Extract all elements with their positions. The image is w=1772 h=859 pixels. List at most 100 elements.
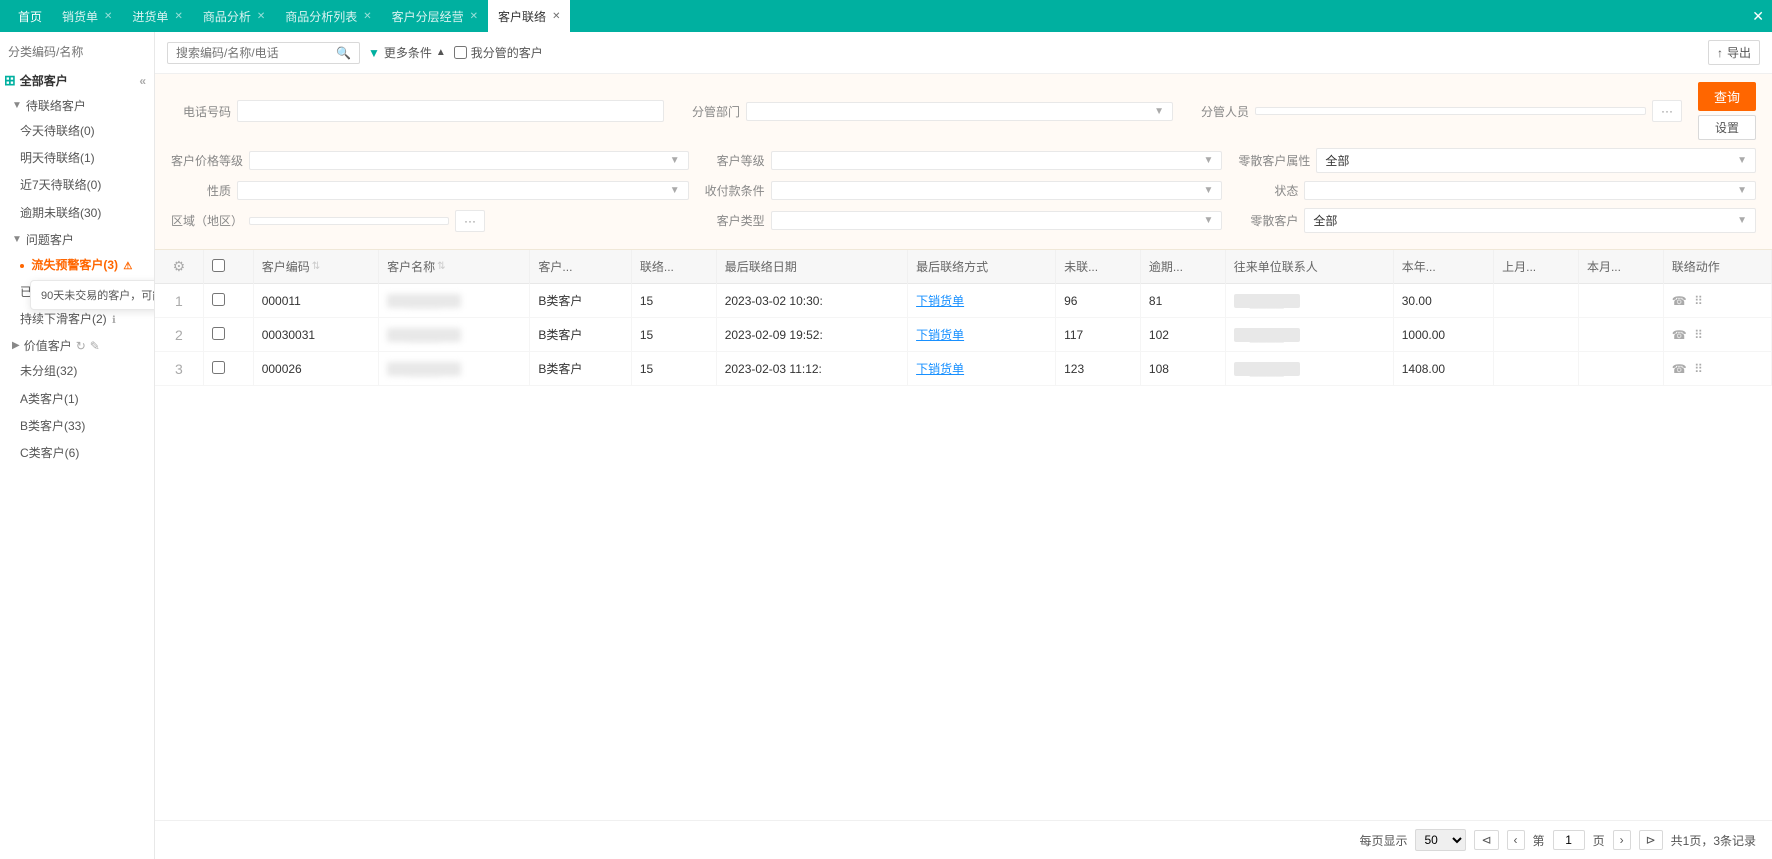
first-page-btn[interactable]: ⊲ — [1474, 830, 1498, 850]
department-select[interactable]: ▼ — [746, 102, 1173, 121]
settings-button[interactable]: 设置 — [1698, 115, 1756, 140]
sidebar-item-today[interactable]: 今天待联络(0) — [0, 118, 154, 145]
window-close-button[interactable]: ✕ — [1752, 8, 1764, 25]
row-contact-person: ████ — [1225, 318, 1393, 352]
sidebar-item-class-c[interactable]: C类客户(6) — [0, 440, 154, 467]
last-page-btn[interactable]: ⊳ — [1639, 830, 1663, 850]
col-name[interactable]: 客户名称 ⇅ — [379, 250, 530, 284]
payment-select[interactable]: ▼ — [771, 181, 1223, 200]
contact-icon[interactable]: ☎ — [1672, 294, 1687, 308]
close-icon[interactable]: ✕ — [470, 11, 478, 22]
sidebar: 🔍 ⊞ 全部客户 « ▼ 待联络客户 今天待联络(0) 明天待联络(1) 近7天… — [0, 32, 155, 859]
search-icon[interactable]: 🔍 — [336, 46, 351, 60]
row-last-date: 2023-02-03 11:12: — [716, 352, 907, 386]
sidebar-group-problem[interactable]: ▼ 问题客户 — [0, 227, 154, 252]
sidebar-item-class-a[interactable]: A类客户(1) — [0, 386, 154, 413]
per-page-select[interactable]: 50 10 20 100 — [1415, 829, 1466, 851]
tab-sales[interactable]: 销货单 ✕ — [52, 0, 122, 32]
row-last-method[interactable]: 下销货单 — [908, 284, 1056, 318]
sort-icon: ⇅ — [312, 261, 320, 272]
filter-icon: ▼ — [368, 46, 380, 60]
grid-icon: ⊞ — [4, 72, 16, 89]
col-settings[interactable]: ⚙ — [155, 250, 203, 284]
sidebar-item-7days[interactable]: 近7天待联络(0) — [0, 172, 154, 199]
row-checkbox-cell[interactable] — [203, 352, 253, 386]
prev-page-btn[interactable]: ‹ — [1507, 830, 1525, 850]
col-checkbox-all[interactable] — [203, 250, 253, 284]
row-last-month — [1494, 352, 1579, 386]
more-actions-icon[interactable]: ⠿ — [1694, 328, 1703, 342]
select-all-checkbox[interactable] — [212, 259, 225, 272]
status-select[interactable]: ▼ — [1304, 181, 1756, 200]
sidebar-item-churn-warning[interactable]: 流失预警客户(3) ⚠ — [0, 252, 154, 279]
region-select[interactable] — [249, 217, 449, 225]
tab-goods-analysis-list[interactable]: 商品分析列表 ✕ — [275, 0, 381, 32]
manager-select[interactable] — [1255, 107, 1646, 115]
row-not-contact: 96 — [1056, 284, 1141, 318]
row-checkbox[interactable] — [212, 361, 225, 374]
close-icon[interactable]: ✕ — [363, 11, 371, 22]
sidebar-search-input[interactable] — [8, 45, 155, 59]
more-actions-icon[interactable]: ⠿ — [1694, 362, 1703, 376]
customer-grade-select[interactable]: ▼ — [771, 151, 1223, 170]
chevron-down-icon: ▼ — [1203, 185, 1213, 196]
tooltip-box: 90天未交易的客户，可能有流失风险。 — [30, 280, 155, 310]
sidebar-item-declining[interactable]: 持续下滑客户(2) ℹ — [0, 306, 154, 333]
sidebar-search-bar[interactable]: 🔍 — [0, 40, 154, 64]
phone-input[interactable] — [237, 100, 664, 122]
sidebar-group-pending[interactable]: ▼ 待联络客户 — [0, 93, 154, 118]
tab-customer-tier[interactable]: 客户分层经营 ✕ — [382, 0, 488, 32]
edit-icon[interactable]: ✎ — [90, 339, 100, 353]
query-button[interactable]: 查询 — [1698, 82, 1756, 111]
row-checkbox[interactable] — [212, 327, 225, 340]
row-checkbox-cell[interactable] — [203, 318, 253, 352]
sidebar-root-header[interactable]: ⊞ 全部客户 « — [0, 68, 154, 93]
nature-select[interactable]: ▼ — [237, 181, 689, 200]
row-action-icons[interactable]: ☎ ⠿ — [1663, 284, 1771, 318]
region-more-btn[interactable]: ··· — [455, 210, 485, 232]
refresh-icon[interactable]: ↻ — [76, 339, 86, 353]
col-code[interactable]: 客户编码 ⇅ — [253, 250, 378, 284]
more-actions-icon[interactable]: ⠿ — [1694, 294, 1703, 308]
price-grade-select[interactable]: ▼ — [249, 151, 689, 170]
close-icon[interactable]: ✕ — [104, 11, 112, 22]
next-page-btn[interactable]: › — [1613, 830, 1631, 850]
row-last-method[interactable]: 下销货单 — [908, 352, 1056, 386]
close-icon[interactable]: ✕ — [174, 11, 182, 22]
row-overdue: 102 — [1140, 318, 1225, 352]
per-page-label: 每页显示 — [1359, 832, 1407, 849]
row-action-icons[interactable]: ☎ ⠿ — [1663, 318, 1771, 352]
sidebar-item-overdue-contact[interactable]: 逾期未联络(30) — [0, 200, 154, 227]
search-input[interactable] — [176, 46, 336, 60]
row-last-method[interactable]: 下销货单 — [908, 318, 1056, 352]
close-icon[interactable]: ✕ — [552, 11, 560, 22]
my-customers-check[interactable] — [454, 46, 467, 59]
tab-purchase[interactable]: 进货单 ✕ — [122, 0, 192, 32]
tab-customer-contact[interactable]: 客户联络 ✕ — [488, 0, 570, 32]
zero-attr-select[interactable]: 全部 ▼ — [1316, 148, 1756, 173]
more-conditions-btn[interactable]: ▼ 更多条件 ▲ — [368, 44, 446, 61]
collapse-icon[interactable]: « — [139, 74, 146, 88]
tab-goods-analysis[interactable]: 商品分析 ✕ — [193, 0, 275, 32]
customer-type-select[interactable]: ▼ — [771, 211, 1223, 230]
row-action-icons[interactable]: ☎ ⠿ — [1663, 352, 1771, 386]
row-checkbox[interactable] — [212, 293, 225, 306]
zero-customer-select[interactable]: 全部 ▼ — [1304, 208, 1756, 233]
contact-icon[interactable]: ☎ — [1672, 362, 1687, 376]
my-customers-checkbox[interactable]: 我分管的客户 — [454, 44, 543, 61]
advanced-filter-panel: 电话号码 分管部门 ▼ 分管人员 ··· — [155, 74, 1772, 250]
contact-icon[interactable]: ☎ — [1672, 328, 1687, 342]
sidebar-item-class-b[interactable]: B类客户(33) — [0, 413, 154, 440]
page-number-input[interactable] — [1553, 830, 1585, 850]
sidebar-item-tomorrow[interactable]: 明天待联络(1) — [0, 145, 154, 172]
close-icon[interactable]: ✕ — [257, 11, 265, 22]
row-contact-count: 15 — [631, 352, 716, 386]
sidebar-group-value[interactable]: ▶ 价值客户 ↻ ✎ — [0, 333, 154, 358]
sort-icon: ⇅ — [437, 261, 445, 272]
sidebar-item-ungrouped[interactable]: 未分组(32) — [0, 358, 154, 385]
search-box[interactable]: 🔍 — [167, 42, 360, 64]
row-checkbox-cell[interactable] — [203, 284, 253, 318]
export-btn[interactable]: ↑ 导出 — [1708, 40, 1760, 65]
manager-more-btn[interactable]: ··· — [1652, 100, 1682, 122]
tab-home[interactable]: 首页 — [8, 0, 52, 32]
